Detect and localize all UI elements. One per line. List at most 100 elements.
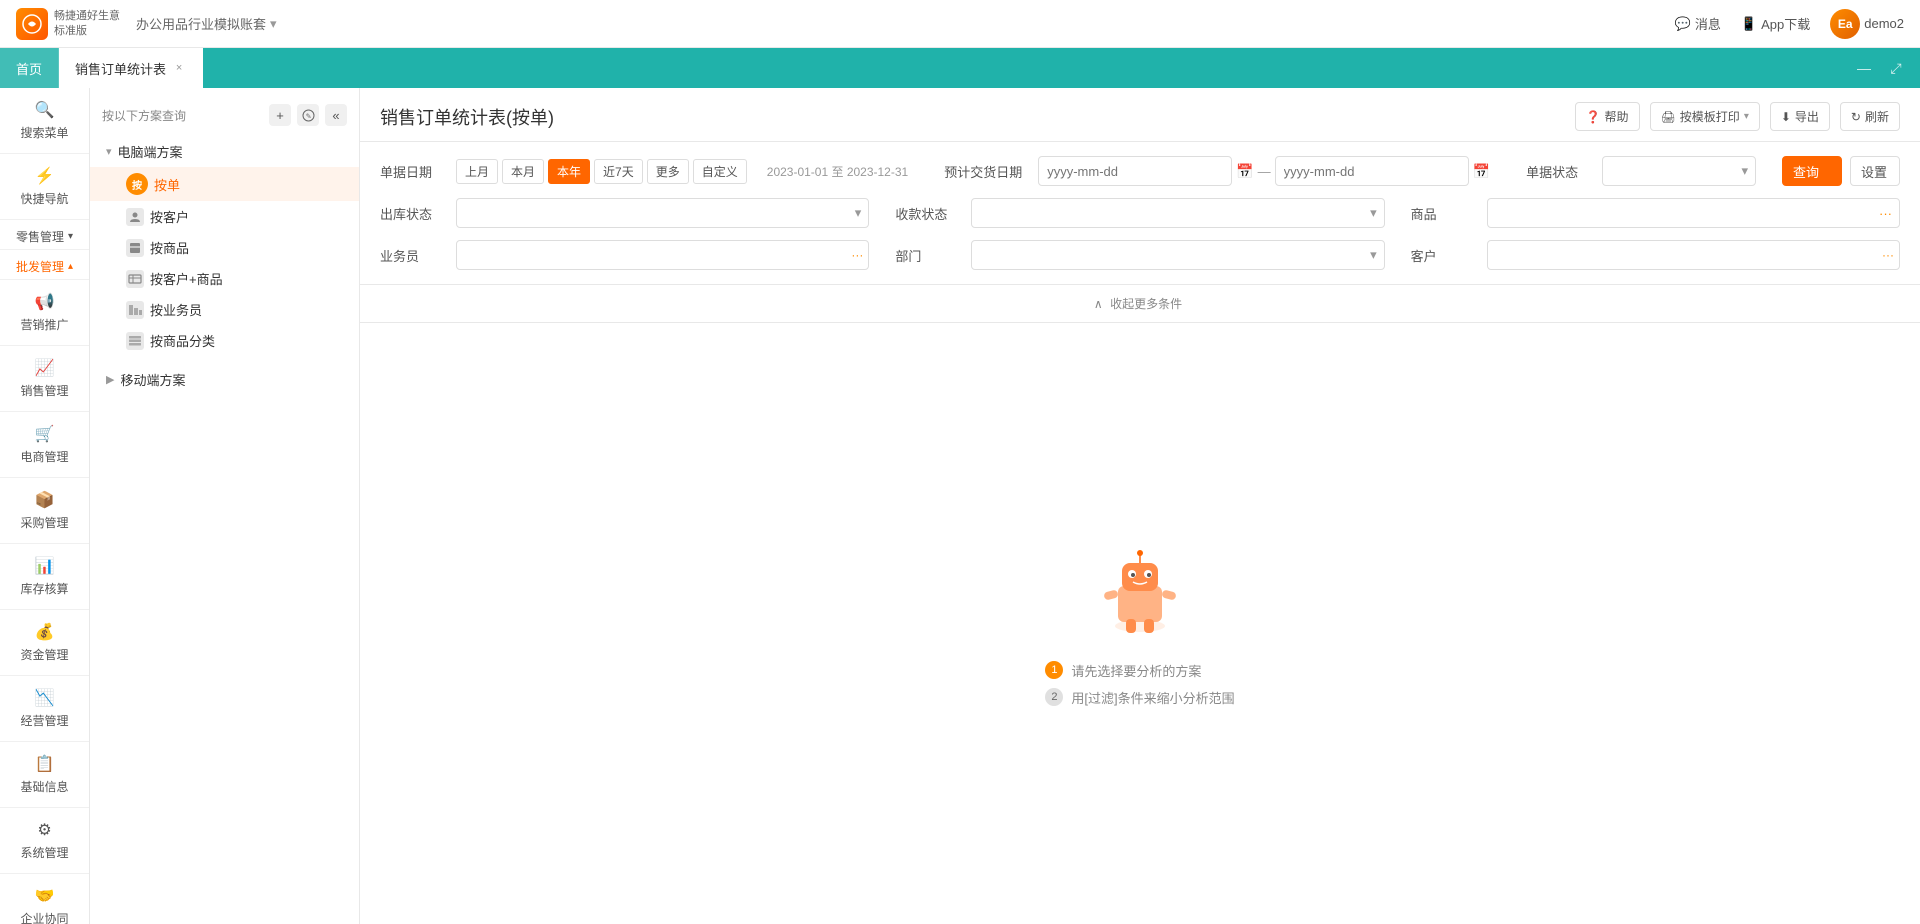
tab-minimize-btn[interactable]: — bbox=[1852, 56, 1876, 80]
out-status-label: 出库状态 bbox=[380, 204, 440, 223]
sidebar-item-ecommerce[interactable]: 🛒 电商管理 bbox=[0, 412, 89, 478]
chevron-up-icon: ▴ bbox=[68, 261, 73, 272]
page-title: 销售订单统计表(按单) bbox=[380, 104, 554, 130]
empty-tip-1: 1 请先选择要分析的方案 bbox=[1045, 661, 1234, 680]
empty-tips: 1 请先选择要分析的方案 2 用[过滤]条件来缩小分析范围 bbox=[1045, 661, 1234, 707]
home-tab-label: 首页 bbox=[16, 59, 42, 78]
app-download-btn[interactable]: 📱 App下载 bbox=[1741, 14, 1810, 33]
tree-child-by-customer-goods[interactable]: 按客户+商品 bbox=[90, 263, 359, 294]
logo-text: 畅捷通好生意 标准版 bbox=[54, 9, 120, 38]
add-scheme-btn[interactable]: + bbox=[269, 104, 291, 126]
expected-date-end-input[interactable] bbox=[1275, 156, 1469, 186]
app-logo: 畅捷通好生意 标准版 bbox=[16, 8, 120, 40]
left-panel: 按以下方案查询 + ✎ « ▾ 电脑端方案 按 按单 bbox=[90, 88, 360, 924]
tab-sales-order[interactable]: 销售订单统计表 × bbox=[59, 48, 203, 88]
basic-info-icon: 📋 bbox=[35, 754, 55, 774]
goods-label: 商品 bbox=[1411, 204, 1471, 223]
this-year-btn[interactable]: 本年 bbox=[548, 159, 590, 184]
edit-scheme-btn[interactable]: ✎ bbox=[297, 104, 319, 126]
filter-expected-date: 📅 — 📅 bbox=[1038, 156, 1490, 186]
help-btn[interactable]: ❓ 帮助 bbox=[1575, 102, 1640, 131]
expected-date-start-input[interactable] bbox=[1038, 156, 1232, 186]
status-select[interactable] bbox=[1602, 156, 1756, 186]
tab-close-btn[interactable]: × bbox=[172, 61, 186, 75]
tree-child-by-goods-category[interactable]: 按商品分类 bbox=[90, 325, 359, 356]
last7-btn[interactable]: 近7天 bbox=[594, 159, 643, 184]
sidebar-item-inventory[interactable]: 📊 库存核算 bbox=[0, 544, 89, 610]
customer-more-icon[interactable]: ··· bbox=[1882, 248, 1894, 262]
page-actions: ❓ 帮助 🖨 按模板打印 ▾ ⬇ 导出 ↻ 刷新 bbox=[1575, 102, 1900, 131]
payment-status-select[interactable] bbox=[971, 198, 1384, 228]
filter-salesperson-wrap: ··· bbox=[456, 240, 869, 270]
this-month-btn[interactable]: 本月 bbox=[502, 159, 544, 184]
print-btn[interactable]: 🖨 按模板打印 ▾ bbox=[1650, 102, 1760, 131]
date-range-text: 2023-01-01 至 2023-12-31 bbox=[767, 163, 908, 180]
by-customer-icon bbox=[126, 208, 144, 226]
filter-out-status-wrap: ▾ bbox=[456, 198, 869, 228]
sidebar-item-purchase[interactable]: 📦 采购管理 bbox=[0, 478, 89, 544]
date-buttons: 上月 本月 本年 近7天 更多 自定义 bbox=[456, 159, 747, 184]
sidebar-item-enterprise[interactable]: 🤝 企业协同 bbox=[0, 874, 89, 924]
tree-child-by-customer[interactable]: 按客户 bbox=[90, 201, 359, 232]
sidebar-item-operations[interactable]: 📉 经营管理 bbox=[0, 676, 89, 742]
tab-home[interactable]: 首页 bbox=[0, 48, 59, 88]
customer-label: 客户 bbox=[1411, 246, 1471, 265]
tree-child-by-order[interactable]: 按 按单 bbox=[90, 167, 359, 201]
by-goods-icon bbox=[126, 239, 144, 257]
calendar-end-icon[interactable]: 📅 bbox=[1473, 163, 1490, 180]
breadcrumb-arrow: ▾ bbox=[270, 16, 277, 32]
query-btn[interactable]: 查询 bbox=[1782, 156, 1842, 186]
filter-goods-wrap: ··· bbox=[1487, 198, 1900, 228]
tab-maximize-btn[interactable]: ⤢ bbox=[1884, 56, 1908, 80]
export-btn[interactable]: ⬇ 导出 bbox=[1770, 102, 1830, 131]
tree-child-by-salesperson[interactable]: 按业务员 bbox=[90, 294, 359, 325]
mobile-scheme-group: ▶ 移动端方案 bbox=[90, 360, 359, 399]
topbar: 畅捷通好生意 标准版 办公用品行业模拟账套 ▾ 💬 消息 📱 App下载 Ea … bbox=[0, 0, 1920, 48]
tree-parent-pc[interactable]: ▾ 电脑端方案 bbox=[90, 136, 359, 167]
department-select[interactable] bbox=[971, 240, 1384, 270]
lightning-icon: ⚡ bbox=[35, 166, 55, 186]
user-profile-btn[interactable]: Ea demo2 bbox=[1830, 9, 1904, 39]
filter-row-status: 出库状态 ▾ 收款状态 ▾ 商品 ··· bbox=[380, 198, 1900, 228]
last-month-btn[interactable]: 上月 bbox=[456, 159, 498, 184]
help-icon: ❓ bbox=[1586, 110, 1601, 124]
payment-status-label: 收款状态 bbox=[895, 204, 955, 223]
by-salesperson-icon bbox=[126, 301, 144, 319]
sidebar-item-search-menu[interactable]: 🔍 搜索菜单 bbox=[0, 88, 89, 154]
sidebar-item-wholesale[interactable]: 批发管理 ▴ bbox=[0, 250, 89, 280]
filter-row-person: 业务员 ··· 部门 ▾ 客户 ··· bbox=[380, 240, 1900, 270]
filter-department-wrap: ▾ bbox=[971, 240, 1384, 270]
message-btn[interactable]: 💬 消息 bbox=[1675, 14, 1721, 33]
sidebar-item-basic-info[interactable]: 📋 基础信息 bbox=[0, 742, 89, 808]
sidebar-item-sales[interactable]: 📈 销售管理 bbox=[0, 346, 89, 412]
tree-parent-mobile[interactable]: ▶ 移动端方案 bbox=[90, 364, 359, 395]
filter-area: 单据日期 上月 本月 本年 近7天 更多 自定义 2023-01-01 至 20… bbox=[360, 142, 1920, 285]
goods-select[interactable] bbox=[1487, 198, 1900, 228]
out-status-select[interactable] bbox=[456, 198, 869, 228]
breadcrumb-text: 办公用品行业模拟账套 bbox=[136, 14, 266, 33]
system-icon: ⚙ bbox=[37, 820, 51, 840]
refresh-btn[interactable]: ↻ 刷新 bbox=[1840, 102, 1900, 131]
collapse-bar[interactable]: ∧ 收起更多条件 bbox=[360, 285, 1920, 323]
settings-btn[interactable]: 设置 bbox=[1850, 156, 1900, 186]
tip-text-1: 请先选择要分析的方案 bbox=[1071, 661, 1201, 680]
collapse-panel-btn[interactable]: « bbox=[325, 104, 347, 126]
tip-text-2: 用[过滤]条件来缩小分析范围 bbox=[1071, 688, 1234, 707]
breadcrumb[interactable]: 办公用品行业模拟账套 ▾ bbox=[120, 14, 1675, 33]
customer-input[interactable] bbox=[1487, 240, 1900, 270]
empty-illustration bbox=[1090, 541, 1190, 641]
salesperson-more-icon[interactable]: ··· bbox=[851, 248, 863, 262]
sidebar-item-quick-nav[interactable]: ⚡ 快捷导航 bbox=[0, 154, 89, 220]
more-date-btn[interactable]: 更多 bbox=[647, 159, 689, 184]
sidebar-item-system[interactable]: ⚙ 系统管理 bbox=[0, 808, 89, 874]
calendar-start-icon[interactable]: 📅 bbox=[1236, 163, 1253, 180]
refresh-icon: ↻ bbox=[1851, 110, 1861, 124]
tree-child-by-goods[interactable]: 按商品 bbox=[90, 232, 359, 263]
filter-customer-wrap: ··· bbox=[1487, 240, 1900, 270]
custom-date-btn[interactable]: 自定义 bbox=[693, 159, 747, 184]
sidebar-item-finance[interactable]: 💰 资金管理 bbox=[0, 610, 89, 676]
salesperson-input[interactable] bbox=[456, 240, 869, 270]
sidebar-item-retail[interactable]: 零售管理 ▾ bbox=[0, 220, 89, 250]
empty-tip-2: 2 用[过滤]条件来缩小分析范围 bbox=[1045, 688, 1234, 707]
sidebar-item-marketing[interactable]: 📢 营销推广 bbox=[0, 280, 89, 346]
